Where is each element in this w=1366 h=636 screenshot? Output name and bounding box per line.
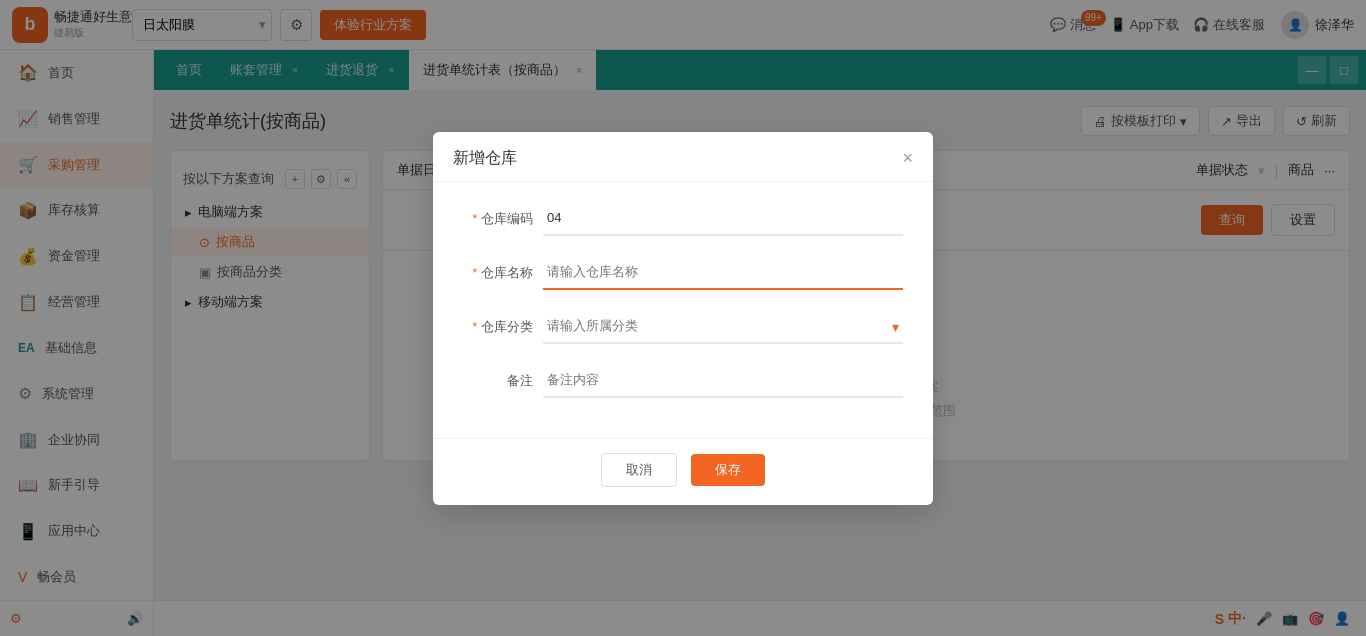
code-label: 仓库编码 bbox=[463, 210, 543, 228]
modal-header: 新增仓库 × bbox=[433, 132, 933, 182]
modal-footer: 取消 保存 bbox=[433, 438, 933, 505]
modal-overlay[interactable]: 新增仓库 × 仓库编码 仓库名称 仓库分类 ▾ bbox=[0, 0, 1366, 636]
category-label: 仓库分类 bbox=[463, 318, 543, 336]
form-row-name: 仓库名称 bbox=[463, 256, 903, 290]
form-row-category: 仓库分类 ▾ bbox=[463, 310, 903, 344]
code-input[interactable] bbox=[543, 202, 903, 236]
category-select-wrap[interactable]: ▾ bbox=[543, 310, 903, 344]
form-row-remark: 备注 bbox=[463, 364, 903, 398]
form-row-code: 仓库编码 bbox=[463, 202, 903, 236]
modal-close-btn[interactable]: × bbox=[902, 149, 913, 167]
modal-body: 仓库编码 仓库名称 仓库分类 ▾ 备注 bbox=[433, 182, 933, 438]
save-button[interactable]: 保存 bbox=[691, 454, 765, 486]
cancel-button[interactable]: 取消 bbox=[601, 453, 677, 487]
modal-title: 新增仓库 bbox=[453, 148, 517, 169]
remark-label: 备注 bbox=[463, 372, 543, 390]
category-input[interactable] bbox=[543, 310, 903, 344]
name-input[interactable] bbox=[543, 256, 903, 290]
add-warehouse-modal: 新增仓库 × 仓库编码 仓库名称 仓库分类 ▾ bbox=[433, 132, 933, 505]
name-label: 仓库名称 bbox=[463, 264, 543, 282]
remark-input[interactable] bbox=[543, 364, 903, 398]
